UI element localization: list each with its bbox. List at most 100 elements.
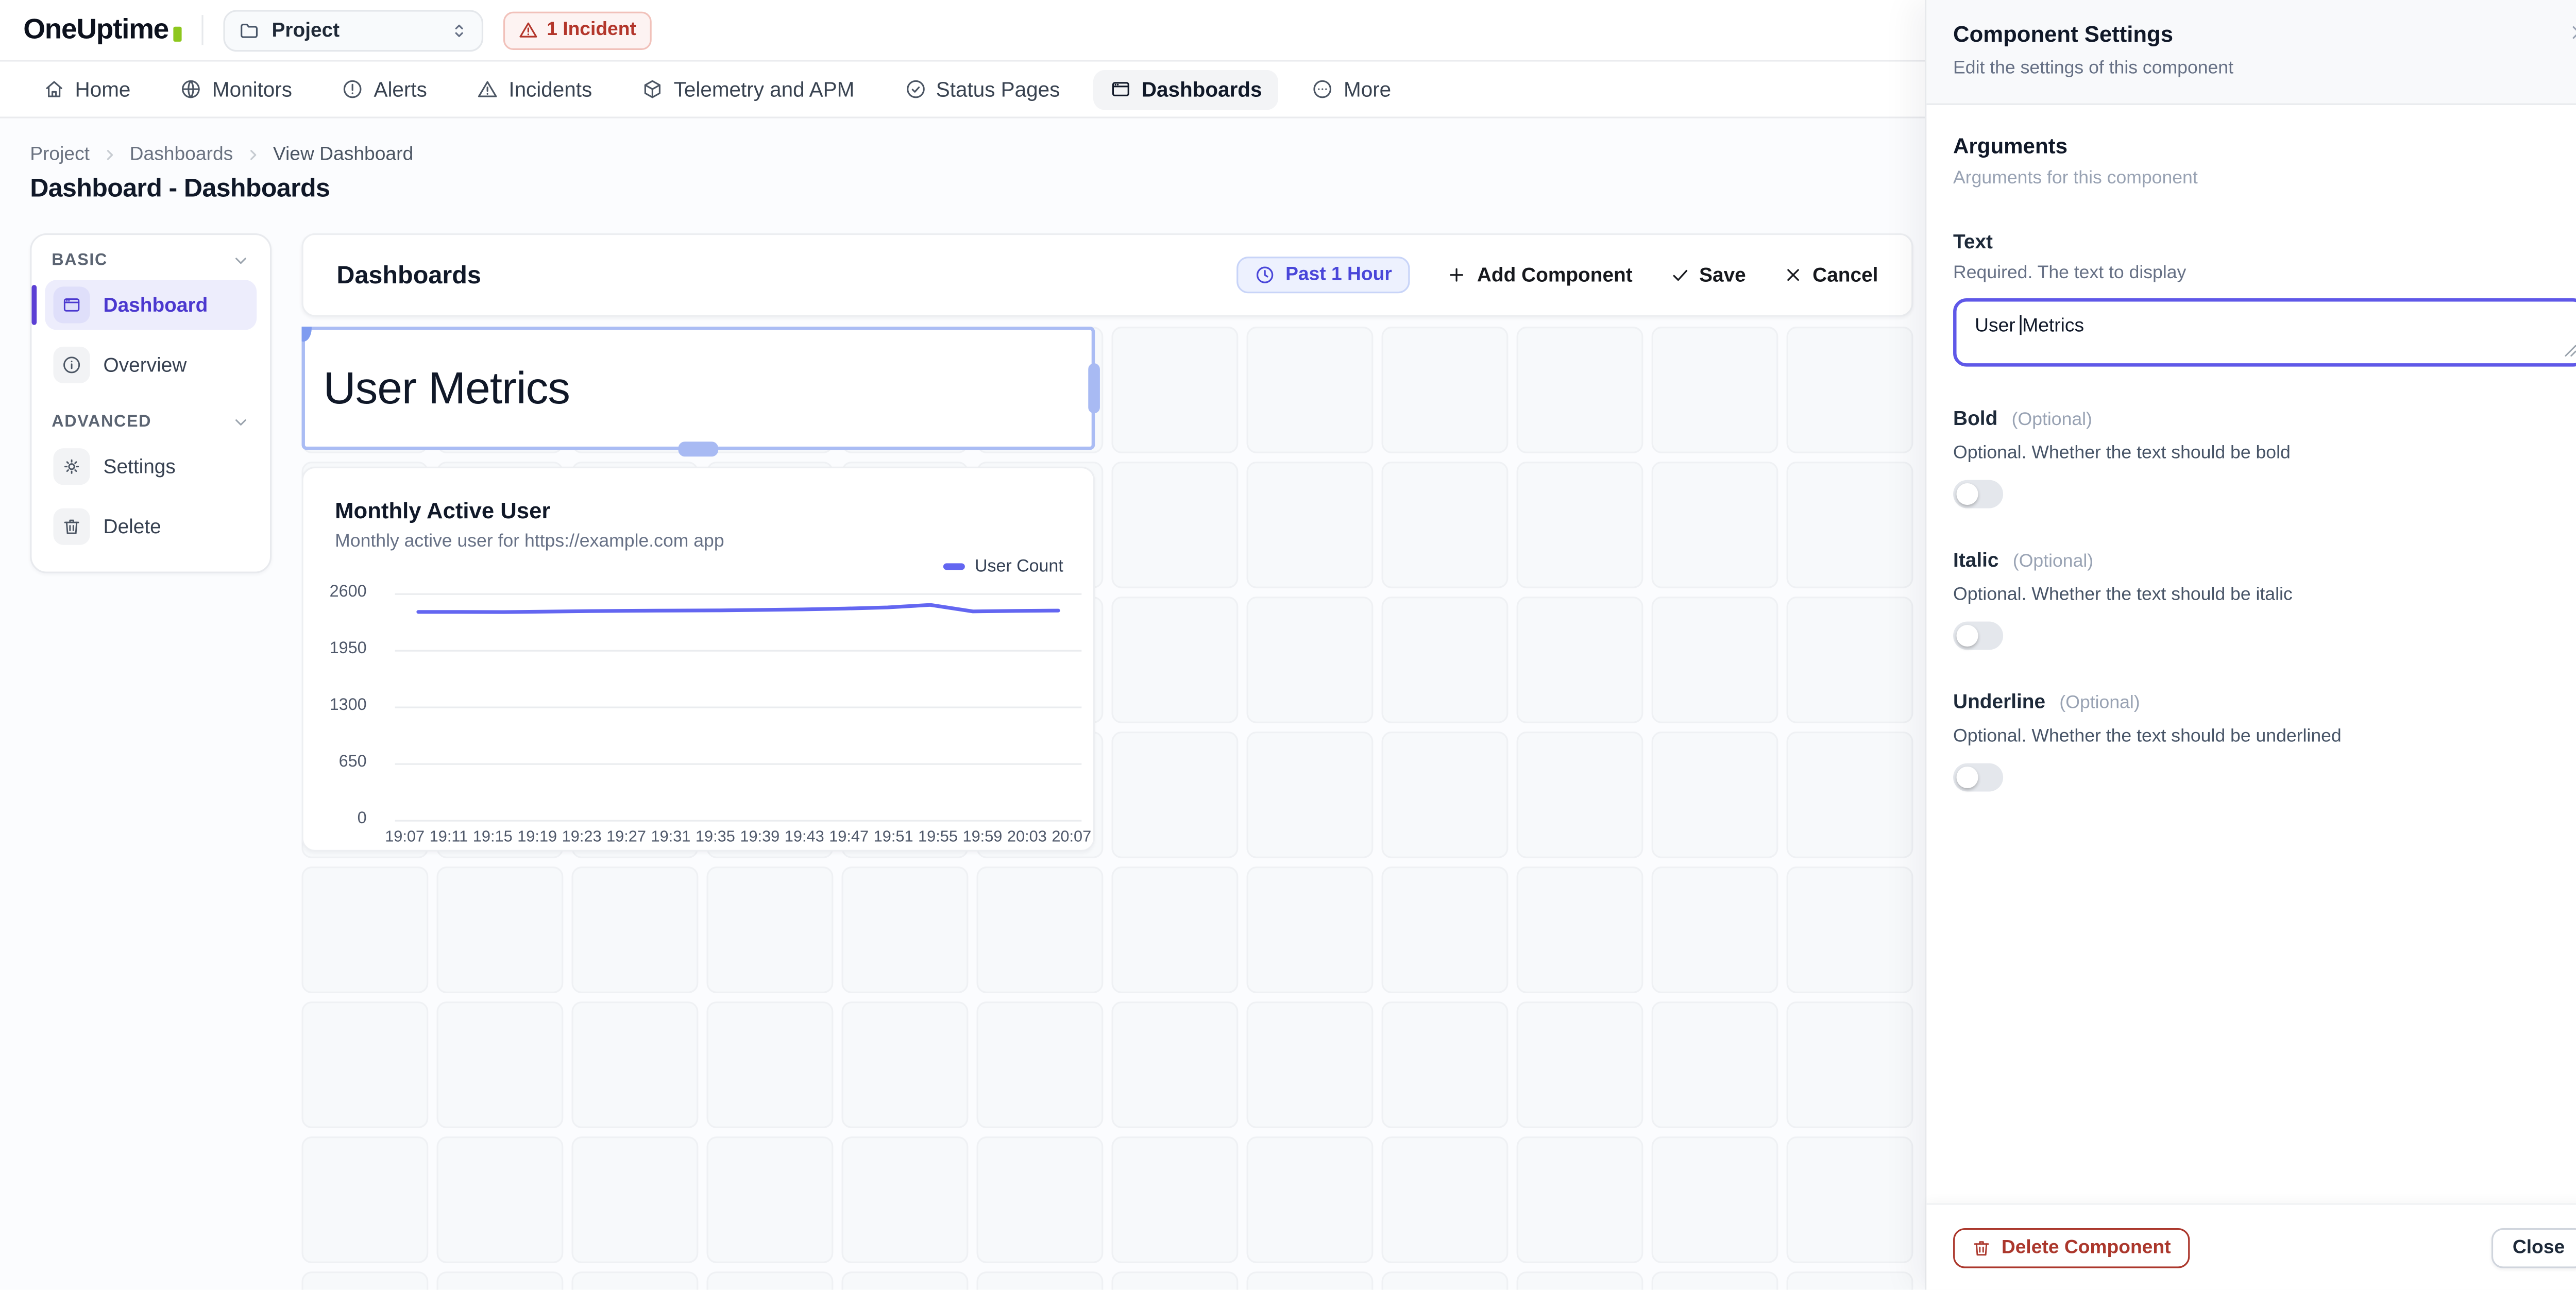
sidebar-item-overview[interactable]: Overview [45, 340, 257, 390]
sidebar-section-basic[interactable]: BASIC [45, 251, 257, 270]
grid-cell [976, 1271, 1104, 1290]
chart-subtitle: Monthly active user for https://example.… [335, 531, 724, 552]
trash-icon [53, 508, 90, 545]
sidebar-item-delete[interactable]: Delete [45, 502, 257, 552]
grid-cell [571, 1136, 699, 1263]
cancel-button[interactable]: Cancel [1783, 263, 1878, 286]
panel-close-icon[interactable] [2568, 22, 2576, 43]
grid-cell [706, 867, 834, 993]
info-icon [53, 346, 90, 383]
text-input[interactable]: User Metrics [1953, 298, 2576, 367]
chevron-right-icon [245, 147, 261, 163]
grid-cell [1651, 867, 1778, 993]
app-root: OneUptime Project 1 Incident Home Monito… [0, 0, 2576, 1290]
nav-item-label: Telemetry and APM [673, 77, 855, 101]
trash-icon [1972, 1237, 1992, 1258]
resize-grip-icon[interactable] [2563, 343, 2576, 358]
grid-cell [976, 1136, 1104, 1263]
chart-title: Monthly Active User [335, 498, 551, 523]
grid-cell [1246, 732, 1374, 858]
text-field-group: Text Required. The text to display User … [1953, 230, 2576, 367]
underline-toggle-group: Underline (Optional) Optional. Whether t… [1953, 687, 2576, 792]
nav-item-label: Status Pages [936, 77, 1060, 101]
add-component-label: Add Component [1477, 263, 1633, 287]
text-component-user-metrics[interactable]: User Metrics [301, 326, 1100, 457]
y-axis-tick: 1300 [329, 697, 367, 715]
chart-y-axis: 2600 1950 1300 650 0 [303, 583, 380, 828]
grid-cell [1111, 867, 1239, 993]
sidebar-section-advanced[interactable]: ADVANCED [45, 413, 257, 432]
logo-accent-dot [173, 26, 182, 42]
grid-cell [1786, 597, 1913, 723]
grid-cell [706, 1136, 834, 1263]
x-axis-tick: 19:31 [651, 828, 691, 847]
incident-badge[interactable]: 1 Incident [503, 11, 652, 49]
time-range-button[interactable]: Past 1 Hour [1237, 257, 1411, 294]
clock-icon [1256, 265, 1276, 285]
italic-toggle[interactable] [1953, 621, 2004, 650]
grid-cell [1786, 867, 1913, 993]
nav-item-dashboards[interactable]: Dashboards [1093, 69, 1279, 109]
breadcrumb-project[interactable]: Project [30, 145, 90, 165]
more-icon [1312, 78, 1334, 100]
delete-component-button[interactable]: Delete Component [1953, 1227, 2190, 1267]
text-caret [2021, 315, 2023, 335]
home-icon [43, 78, 65, 100]
resize-handle-bottom[interactable] [678, 442, 719, 457]
resize-handle-right[interactable] [1088, 363, 1100, 414]
save-button[interactable]: Save [1669, 263, 1746, 286]
plus-icon [1447, 265, 1467, 285]
nav-item-incidents[interactable]: Incidents [461, 69, 609, 109]
italic-label: Italic [1953, 548, 1999, 572]
grid-cell [1651, 732, 1778, 858]
breadcrumb-view-dashboard[interactable]: View Dashboard [273, 145, 413, 165]
grid-cell [1381, 462, 1509, 588]
time-range-label: Past 1 Hour [1285, 265, 1392, 285]
grid-cell [436, 1002, 564, 1128]
breadcrumb-dashboards[interactable]: Dashboards [130, 145, 233, 165]
panel-subtitle: Edit the settings of this component [1953, 58, 2233, 79]
grid-cell [1786, 1271, 1913, 1290]
legend-swatch [943, 563, 965, 570]
panel-close-button[interactable]: Close [2490, 1227, 2576, 1267]
italic-optional-suffix: (Optional) [2012, 551, 2094, 572]
grid-cell [1516, 1002, 1643, 1128]
italic-description: Optional. Whether the text should be ita… [1953, 585, 2293, 605]
sidebar-section-title: ADVANCED [52, 413, 152, 432]
grid-cell [1651, 1136, 1778, 1263]
x-axis-tick: 19:43 [784, 828, 824, 847]
chevron-down-icon [232, 413, 250, 432]
bold-optional-suffix: (Optional) [2011, 410, 2092, 430]
grid-cell [1651, 1002, 1778, 1128]
project-picker[interactable]: Project [223, 9, 484, 51]
add-component-button[interactable]: Add Component [1447, 263, 1633, 286]
grid-cell [841, 1136, 969, 1263]
underline-toggle[interactable] [1953, 763, 2004, 792]
x-axis-tick: 20:07 [1052, 828, 1092, 847]
nav-item-label: Monitors [212, 77, 292, 101]
nav-item-home[interactable]: Home [27, 69, 147, 109]
bold-toggle-group: Bold (Optional) Optional. Whether the te… [1953, 403, 2576, 508]
page-title: Dashboard - Dashboards [30, 175, 330, 203]
nav-item-status-pages[interactable]: Status Pages [888, 69, 1077, 109]
y-axis-tick: 650 [338, 753, 367, 772]
nav-item-more[interactable]: More [1295, 69, 1408, 109]
grid-cell [1111, 1271, 1239, 1290]
nav-item-telemetry[interactable]: Telemetry and APM [625, 69, 871, 109]
nav-item-monitors[interactable]: Monitors [164, 69, 309, 109]
grid-cell [1786, 326, 1913, 453]
sidebar-item-settings[interactable]: Settings [45, 442, 257, 491]
oneuptime-logo[interactable]: OneUptime [23, 13, 182, 47]
sidebar-item-label: Overview [103, 353, 187, 377]
selector-chevrons-icon [450, 21, 469, 39]
x-axis-tick: 19:11 [429, 828, 468, 847]
bold-label: Bold [1953, 406, 1998, 430]
nav-item-alerts[interactable]: Alerts [326, 69, 444, 109]
chart-component-monthly-active-user[interactable]: Monthly Active User Monthly active user … [301, 466, 1095, 852]
telemetry-icon [642, 78, 664, 100]
text-field-label: Text [1953, 230, 1993, 253]
x-axis-tick: 19:15 [472, 828, 513, 847]
bold-toggle[interactable] [1953, 480, 2004, 508]
resize-handle-top-left[interactable] [301, 326, 312, 342]
sidebar-item-dashboard[interactable]: Dashboard [31, 280, 257, 330]
